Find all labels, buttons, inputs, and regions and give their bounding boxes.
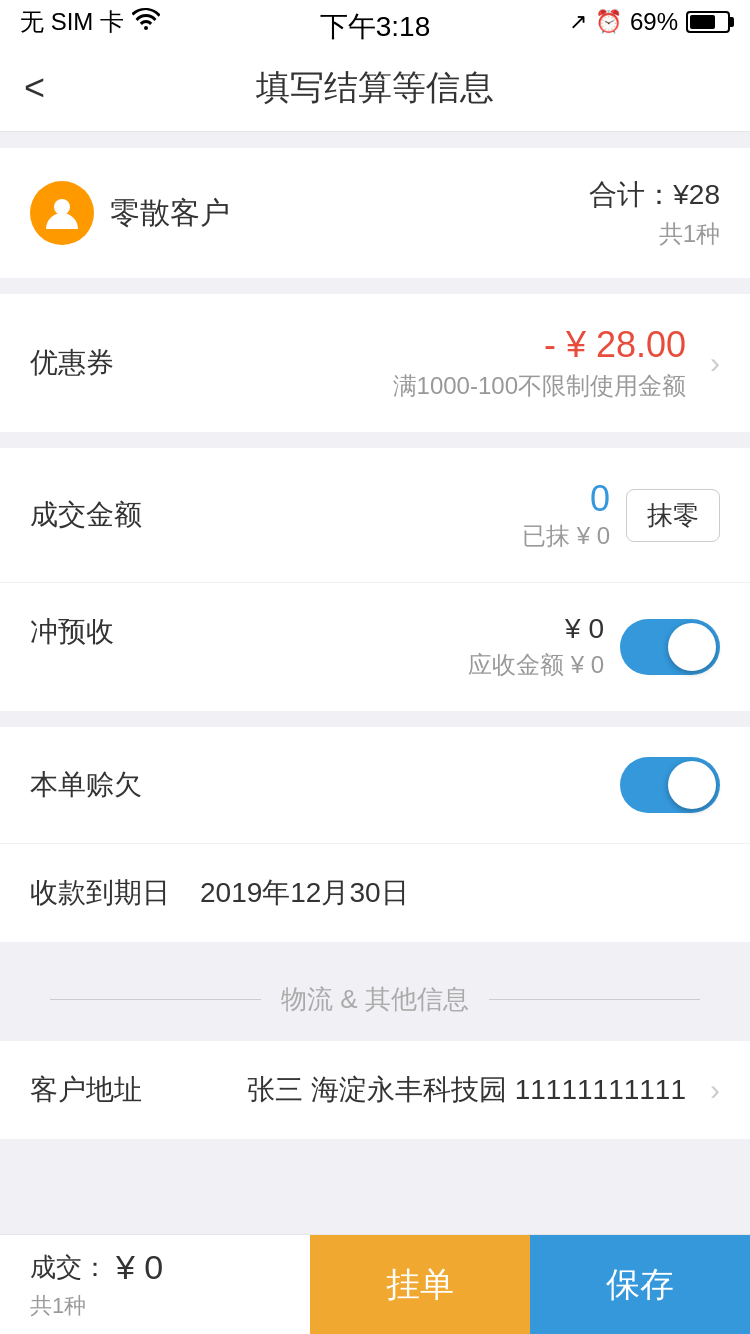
- due-date-value: 2019年12月30日: [200, 874, 409, 912]
- deal-amount-row: 成交金额 0 已抹 ¥ 0 抹零: [0, 448, 750, 582]
- page-title: 填写结算等信息: [256, 65, 494, 111]
- prepayment-toggle[interactable]: [620, 619, 720, 675]
- credit-toggle-knob: [668, 761, 716, 809]
- prepayment-right: ¥ 0 应收金额 ¥ 0: [114, 613, 720, 681]
- deal-amount-label: 成交金额: [30, 496, 142, 534]
- round-zero-button[interactable]: 抹零: [626, 489, 720, 542]
- credit-right: [142, 757, 720, 813]
- content: 零散客户 合计：¥28 共1种 优惠券 - ¥ 28.00 满1000-100不…: [0, 148, 750, 1275]
- credit-toggle[interactable]: [620, 757, 720, 813]
- no-sim-text: 无 SIM 卡: [20, 6, 124, 38]
- pending-button[interactable]: 挂单: [310, 1235, 530, 1335]
- save-button[interactable]: 保存: [530, 1235, 750, 1335]
- due-date-label: 收款到期日: [30, 874, 170, 912]
- address-card[interactable]: 客户地址 张三 海淀永丰科技园 11111111111 ›: [0, 1041, 750, 1139]
- coupon-description: 满1000-100不限制使用金额: [393, 370, 686, 402]
- customer-avatar: [30, 181, 94, 245]
- customer-row: 零散客户 合计：¥28 共1种: [0, 148, 750, 278]
- coupon-discount: - ¥ 28.00: [393, 324, 686, 366]
- address-arrow-icon: ›: [710, 1073, 720, 1107]
- battery-percentage: 69%: [630, 8, 678, 36]
- address-right: 张三 海淀永丰科技园 11111111111 ›: [142, 1071, 720, 1109]
- prepayment-row: 冲预收 ¥ 0 应收金额 ¥ 0: [0, 582, 750, 711]
- logistics-label: 物流 & 其他信息: [281, 982, 469, 1017]
- address-label: 客户地址: [30, 1071, 142, 1109]
- wifi-icon: [132, 8, 160, 36]
- bottom-count: 共1种: [30, 1291, 280, 1321]
- coupon-arrow-icon: ›: [710, 346, 720, 380]
- bottom-info: 成交： ¥ 0 共1种: [0, 1248, 310, 1321]
- credit-card: 本单赊欠 收款到期日 2019年12月30日: [0, 727, 750, 942]
- due-date-row: 收款到期日 2019年12月30日: [0, 843, 750, 942]
- deal-amount-value: 0: [522, 478, 610, 520]
- customer-count: 共1种: [589, 218, 720, 250]
- status-time: 下午3:18: [320, 8, 431, 46]
- credit-label: 本单赊欠: [30, 766, 142, 804]
- deal-amount-sub: 已抹 ¥ 0: [522, 520, 610, 552]
- transaction-card: 成交金额 0 已抹 ¥ 0 抹零 冲预收 ¥ 0 应收金额 ¥ 0: [0, 448, 750, 711]
- address-value: 张三 海淀永丰科技园 11111111111: [247, 1071, 686, 1109]
- deal-amount-block: 0 已抹 ¥ 0: [522, 478, 610, 552]
- address-row[interactable]: 客户地址 张三 海淀永丰科技园 11111111111 ›: [0, 1041, 750, 1139]
- status-bar: 无 SIM 卡 下午3:18 ↗ ⏰ 69%: [0, 0, 750, 44]
- deal-amount-right: 0 已抹 ¥ 0 抹零: [142, 478, 720, 552]
- back-button[interactable]: <: [24, 67, 45, 109]
- toggle-knob: [668, 623, 716, 671]
- coupon-row[interactable]: 优惠券 - ¥ 28.00 满1000-100不限制使用金额 ›: [0, 294, 750, 432]
- coupon-value-block: - ¥ 28.00 满1000-100不限制使用金额: [393, 324, 686, 402]
- prepayment-sub: 应收金额 ¥ 0: [468, 649, 604, 681]
- customer-total: 合计：¥28: [589, 176, 720, 214]
- prepayment-label: 冲预收: [30, 613, 114, 651]
- coupon-card[interactable]: 优惠券 - ¥ 28.00 满1000-100不限制使用金额 ›: [0, 294, 750, 432]
- status-left: 无 SIM 卡: [20, 6, 160, 38]
- coupon-right: - ¥ 28.00 满1000-100不限制使用金额 ›: [114, 324, 720, 402]
- prepayment-values: ¥ 0 应收金额 ¥ 0: [468, 613, 604, 681]
- nav-bar: < 填写结算等信息: [0, 44, 750, 132]
- customer-name: 零散客户: [110, 193, 230, 234]
- bottom-deal-row: 成交： ¥ 0: [30, 1248, 280, 1287]
- battery-icon: [686, 11, 730, 33]
- bottom-bar: 成交： ¥ 0 共1种 挂单 保存: [0, 1234, 750, 1334]
- bottom-deal-value: ¥ 0: [116, 1248, 163, 1287]
- location-icon: ↗: [569, 9, 587, 35]
- logistics-section-header: 物流 & 其他信息: [0, 958, 750, 1041]
- bottom-deal-label: 成交：: [30, 1250, 108, 1285]
- customer-right: 合计：¥28 共1种: [589, 176, 720, 250]
- coupon-label: 优惠券: [30, 344, 114, 382]
- customer-card: 零散客户 合计：¥28 共1种: [0, 148, 750, 278]
- credit-row: 本单赊欠: [0, 727, 750, 843]
- prepayment-value: ¥ 0: [565, 613, 604, 645]
- status-right: ↗ ⏰ 69%: [569, 8, 730, 36]
- alarm-icon: ⏰: [595, 9, 622, 35]
- svg-point-0: [54, 199, 70, 215]
- customer-left: 零散客户: [30, 181, 230, 245]
